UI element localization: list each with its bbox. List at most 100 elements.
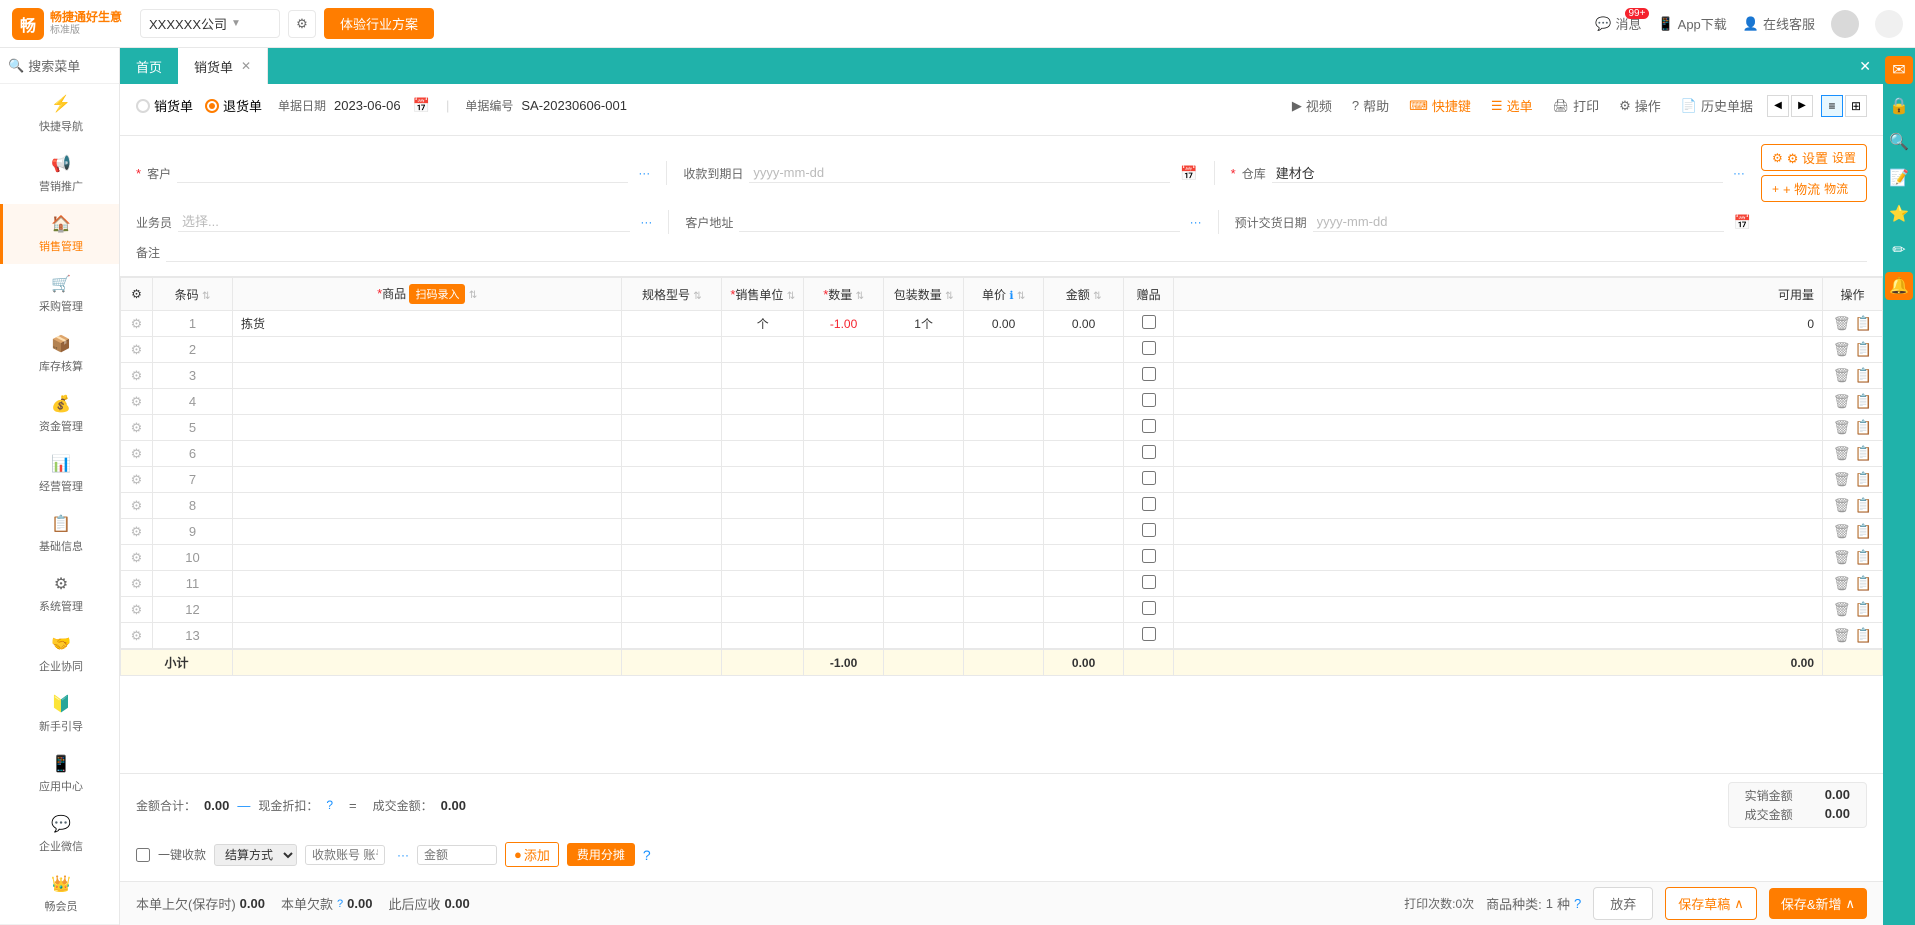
form-logistics-btn[interactable]: + + 物流物流	[1761, 175, 1867, 202]
cell-pkg-qty[interactable]	[884, 571, 964, 597]
app-download-item[interactable]: 📱 App下载	[1657, 14, 1726, 33]
cell-gear[interactable]: ⚙	[121, 337, 153, 363]
sidebar-search[interactable]: 🔍 搜索菜单	[0, 48, 119, 84]
right-panel-icon-0[interactable]: ✉	[1885, 56, 1913, 84]
cell-unit[interactable]	[722, 337, 804, 363]
barcode-sort-icon[interactable]: ⇅	[202, 291, 210, 302]
sidebar-item-guide[interactable]: 🔰 新手引导	[0, 684, 119, 744]
save-draft-button[interactable]: 保存草稿 ∧	[1665, 887, 1757, 920]
customer-address-more-icon[interactable]: ···	[1190, 215, 1202, 229]
cell-qty[interactable]	[804, 493, 884, 519]
cell-gear[interactable]: ⚙	[121, 493, 153, 519]
cell-amount[interactable]	[1044, 415, 1124, 441]
cell-gift[interactable]	[1124, 519, 1174, 545]
cell-unit[interactable]: 个	[722, 311, 804, 337]
copy-icon[interactable]: 📋	[1855, 419, 1872, 436]
unit-price-sort-icon[interactable]: ⇅	[1017, 291, 1025, 302]
cell-pkg-qty[interactable]	[884, 545, 964, 571]
add-payment-button[interactable]: ● 添加	[505, 842, 559, 867]
cell-gift[interactable]	[1124, 363, 1174, 389]
cell-gear[interactable]: ⚙	[121, 363, 153, 389]
cell-unit-price[interactable]	[964, 597, 1044, 623]
delete-icon[interactable]: 🗑	[1833, 445, 1851, 462]
cell-product[interactable]	[233, 545, 622, 571]
cell-unit-price[interactable]	[964, 415, 1044, 441]
delete-icon[interactable]: 🗑	[1833, 367, 1851, 384]
cell-barcode[interactable]: 9	[153, 519, 233, 545]
salesperson-input[interactable]	[178, 212, 630, 232]
copy-icon[interactable]: 📋	[1855, 393, 1872, 410]
grid-view-btn[interactable]: ⊞	[1845, 95, 1867, 117]
right-panel-icon-1[interactable]: 🔒	[1885, 92, 1913, 120]
cell-gear[interactable]: ⚙	[121, 311, 153, 337]
cell-qty[interactable]	[804, 415, 884, 441]
shortcut-btn[interactable]: ⌨ 快捷键	[1403, 94, 1477, 117]
customer-address-input[interactable]	[739, 212, 1179, 232]
cell-gear[interactable]: ⚙	[121, 519, 153, 545]
fee-split-help-icon[interactable]: ?	[643, 847, 651, 863]
sidebar-item-sales[interactable]: 🏠 销售管理	[0, 204, 119, 264]
cell-gear[interactable]: ⚙	[121, 441, 153, 467]
cell-gift[interactable]	[1124, 467, 1174, 493]
copy-icon[interactable]: 📋	[1855, 523, 1872, 540]
cell-barcode[interactable]: 6	[153, 441, 233, 467]
cell-qty[interactable]	[804, 467, 884, 493]
cell-pkg-qty[interactable]	[884, 519, 964, 545]
amount-sort-icon[interactable]: ⇅	[1093, 291, 1101, 302]
cell-spec[interactable]	[622, 467, 722, 493]
cell-gift[interactable]	[1124, 545, 1174, 571]
delete-icon[interactable]: 🗑	[1833, 523, 1851, 540]
sidebar-item-inventory[interactable]: 📦 库存核算	[0, 324, 119, 384]
cell-pkg-qty[interactable]	[884, 363, 964, 389]
cell-spec[interactable]	[622, 545, 722, 571]
history-btn[interactable]: 📄 历史单据	[1675, 94, 1759, 117]
cell-barcode[interactable]: 13	[153, 623, 233, 650]
cell-amount[interactable]	[1044, 623, 1124, 650]
right-panel-icon-5[interactable]: ✏	[1885, 236, 1913, 264]
cell-product[interactable]	[233, 467, 622, 493]
sidebar-item-purchase[interactable]: 🛒 采购管理	[0, 264, 119, 324]
cell-barcode[interactable]: 2	[153, 337, 233, 363]
cell-pkg-qty[interactable]	[884, 441, 964, 467]
right-panel-icon-6[interactable]: 🔔	[1885, 272, 1913, 300]
cell-spec[interactable]	[622, 493, 722, 519]
cell-pkg-qty[interactable]	[884, 493, 964, 519]
scan-button[interactable]: 扫码录入	[409, 284, 465, 304]
company-selector[interactable]: XXXXXX公司 ▼	[140, 9, 280, 38]
cell-amount[interactable]	[1044, 545, 1124, 571]
cell-unit-price[interactable]	[964, 571, 1044, 597]
cell-barcode[interactable]: 11	[153, 571, 233, 597]
sidebar-item-basic[interactable]: 📋 基础信息	[0, 504, 119, 564]
collection-date-calendar-icon[interactable]: 📅	[1180, 165, 1197, 182]
user-avatar-2[interactable]	[1875, 10, 1903, 38]
cell-amount[interactable]	[1044, 441, 1124, 467]
cell-barcode[interactable]: 5	[153, 415, 233, 441]
cell-qty[interactable]	[804, 597, 884, 623]
cell-spec[interactable]	[622, 519, 722, 545]
cell-gift[interactable]	[1124, 493, 1174, 519]
cell-barcode[interactable]: 8	[153, 493, 233, 519]
delete-icon[interactable]: 🗑	[1833, 393, 1851, 410]
online-service-item[interactable]: 👤 在线客服	[1743, 14, 1815, 33]
cell-qty[interactable]	[804, 441, 884, 467]
cell-amount[interactable]	[1044, 571, 1124, 597]
cell-qty[interactable]	[804, 363, 884, 389]
cell-unit-price[interactable]: 0.00	[964, 311, 1044, 337]
cell-barcode[interactable]: 7	[153, 467, 233, 493]
delete-icon[interactable]: 🗑	[1833, 497, 1851, 514]
tab-home[interactable]: 首页	[120, 48, 178, 84]
cell-unit[interactable]	[722, 519, 804, 545]
cell-barcode[interactable]: 4	[153, 389, 233, 415]
cell-amount[interactable]	[1044, 389, 1124, 415]
sidebar-item-marketing[interactable]: 📢 营销推广	[0, 144, 119, 204]
cell-gear[interactable]: ⚙	[121, 545, 153, 571]
cell-unit-price[interactable]	[964, 623, 1044, 650]
print-btn[interactable]: 🖨 打印	[1547, 94, 1606, 117]
cell-spec[interactable]	[622, 597, 722, 623]
sidebar-item-enterprise[interactable]: 🤝 企业协同	[0, 624, 119, 684]
cell-spec[interactable]	[622, 389, 722, 415]
delete-icon[interactable]: 🗑	[1833, 471, 1851, 488]
cell-spec[interactable]	[622, 441, 722, 467]
payment-account-more-icon[interactable]: ···	[397, 848, 409, 862]
sidebar-item-operations[interactable]: 📊 经营管理	[0, 444, 119, 504]
